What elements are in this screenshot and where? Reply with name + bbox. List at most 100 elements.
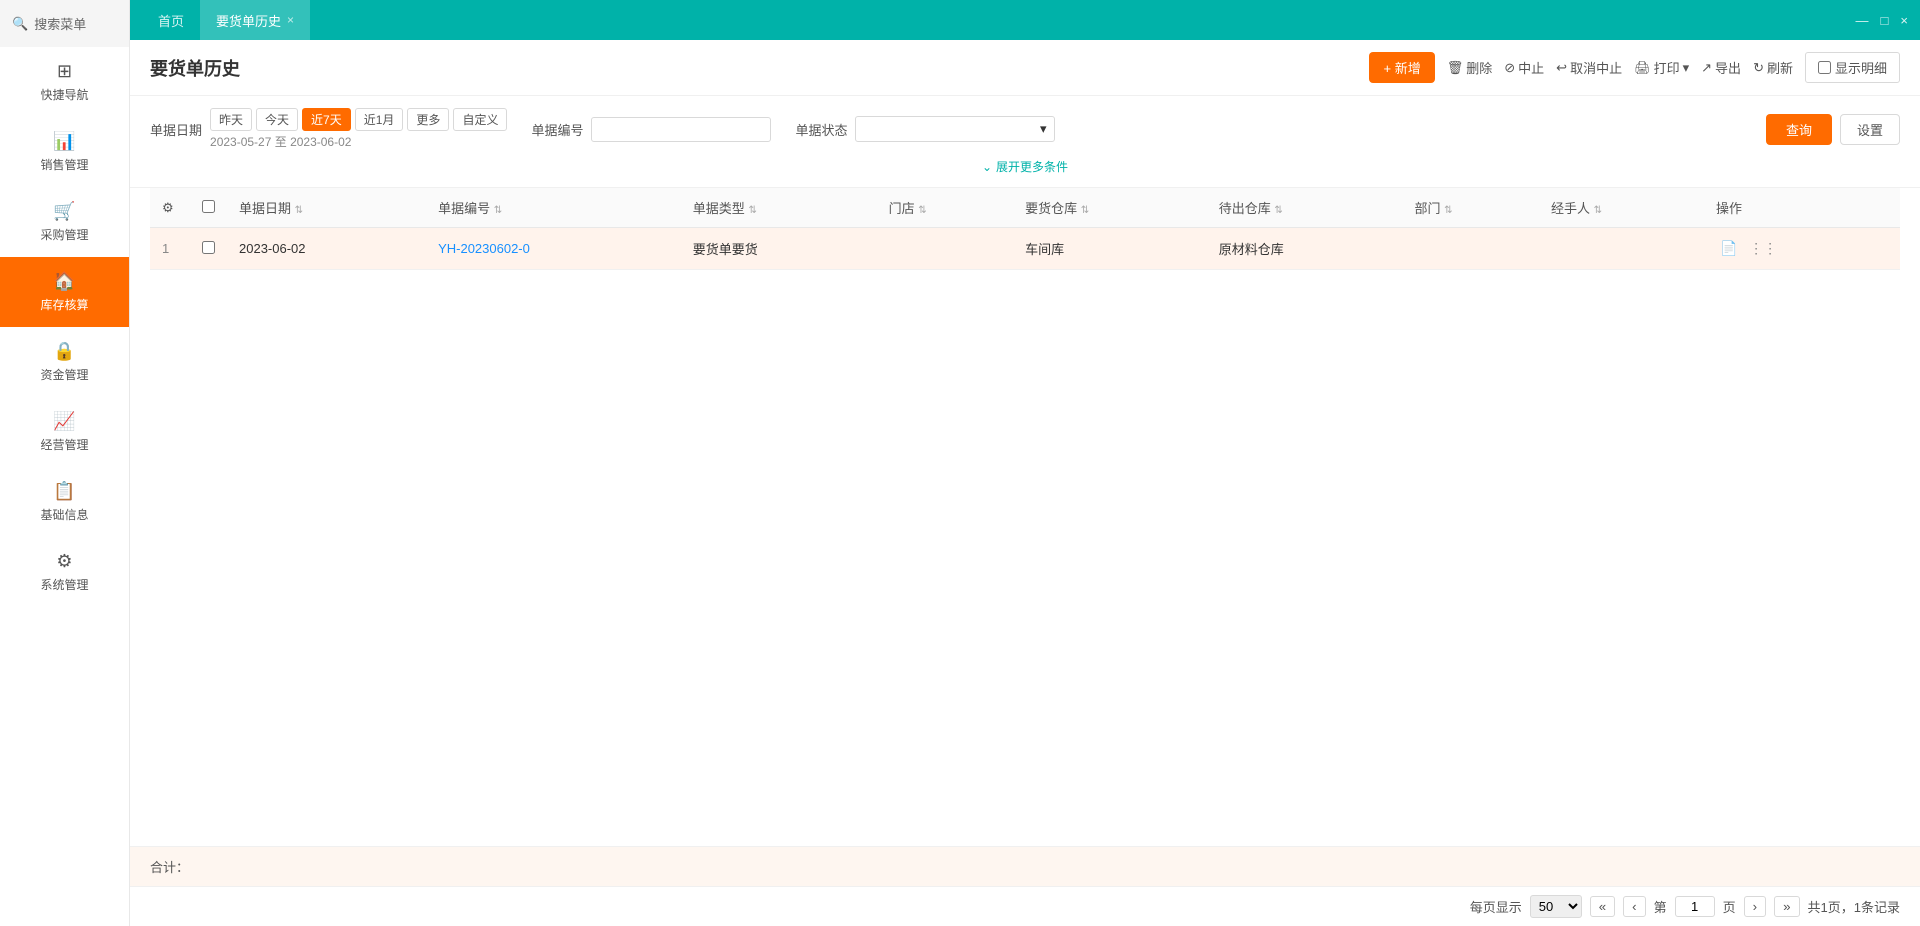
last7days-btn[interactable]: 近7天 — [302, 108, 351, 131]
page-label-after: 页 — [1723, 897, 1736, 916]
th-store[interactable]: 门店 ⇅ — [877, 188, 1013, 228]
td-req-warehouse: 车间库 — [1013, 228, 1207, 270]
sort-icon: ⇅ — [1274, 205, 1282, 216]
status-filter-item: 单据状态 ▾ — [795, 116, 1055, 142]
th-handler-label: 经手人 — [1551, 201, 1590, 216]
close-window-btn[interactable]: × — [1900, 13, 1908, 28]
custom-date-btn[interactable]: 自定义 — [453, 108, 507, 131]
page-header: 要货单历史 + 新增 🗑 删除 ⊘ 中止 ↩ 取消中止 🖨 打印 — [130, 40, 1920, 96]
display-detail-checkbox[interactable] — [1818, 61, 1831, 74]
td-row-num: 1 — [150, 228, 190, 270]
prev-page-btn[interactable]: ‹ — [1623, 896, 1645, 917]
active-tab-label: 要货单历史 — [216, 11, 281, 30]
td-actions: 📄 ⋮⋮ — [1704, 228, 1900, 270]
th-handler[interactable]: 经手人 ⇅ — [1539, 188, 1704, 228]
finance-icon: 🔒 — [53, 341, 75, 362]
th-order-no[interactable]: 单据编号 ⇅ — [426, 188, 681, 228]
sidebar-search[interactable]: 🔍 搜索菜单 — [0, 0, 129, 47]
summary-label: 合计： — [150, 860, 189, 875]
sidebar: 🔍 搜索菜单 ⊞ 快捷导航 📊 销售管理 🛒 采购管理 🏠 库存核算 🔒 资金管… — [0, 0, 130, 926]
th-settings[interactable]: ⚙ — [150, 188, 190, 228]
order-no-filter-item: 单据编号 — [531, 117, 771, 142]
system-icon: ⚙ — [56, 551, 72, 572]
sort-icon: ⇅ — [918, 205, 926, 216]
row-checkbox[interactable] — [202, 241, 215, 254]
sidebar-item-operations[interactable]: 📈 经营管理 — [0, 397, 129, 467]
sidebar-search-label: 搜索菜单 — [34, 14, 86, 33]
select-all-checkbox[interactable] — [202, 200, 215, 213]
more-date-btn[interactable]: 更多 — [407, 108, 449, 131]
print-button[interactable]: 🖨 打印 ▾ — [1634, 58, 1689, 77]
export-button[interactable]: ↗ 导出 — [1701, 58, 1741, 77]
quick-nav-icon: ⊞ — [57, 61, 72, 82]
td-checkbox — [190, 228, 227, 270]
next-page-btn[interactable]: › — [1744, 896, 1766, 917]
new-button[interactable]: + 新增 — [1369, 52, 1434, 83]
content-area: 要货单历史 + 新增 🗑 删除 ⊘ 中止 ↩ 取消中止 🖨 打印 — [130, 40, 1920, 926]
refresh-button[interactable]: ↻ 刷新 — [1753, 58, 1793, 77]
toolbar: + 新增 🗑 删除 ⊘ 中止 ↩ 取消中止 🖨 打印 ▾ — [1369, 52, 1900, 83]
sidebar-item-inventory[interactable]: 🏠 库存核算 — [0, 257, 129, 327]
th-type-label: 单据类型 — [693, 201, 745, 216]
th-department[interactable]: 部门 ⇅ — [1403, 188, 1539, 228]
export-icon: ↗ — [1701, 60, 1712, 76]
order-no-input[interactable] — [591, 117, 771, 142]
row-more-btn[interactable]: ⋮⋮ — [1745, 238, 1781, 259]
filter-settings-button[interactable]: 设置 — [1840, 114, 1900, 145]
page-size-select[interactable]: 50 100 200 — [1530, 895, 1582, 918]
th-req-warehouse[interactable]: 要货仓库 ⇅ — [1013, 188, 1207, 228]
filter-row-1: 单据日期 昨天 今天 近7天 近1月 更多 自定义 2023-05-27 至 2… — [150, 108, 1900, 150]
order-no-link[interactable]: YH-20230602-0 — [438, 241, 530, 256]
th-store-label: 门店 — [889, 201, 915, 216]
query-button[interactable]: 查询 — [1766, 114, 1832, 145]
total-info: 共1页，1条记录 — [1808, 897, 1900, 916]
sort-icon: ⇅ — [295, 205, 303, 216]
sidebar-item-label: 基础信息 — [40, 506, 88, 523]
delete-button[interactable]: 🗑 删除 — [1447, 58, 1493, 77]
th-actions: 操作 — [1704, 188, 1900, 228]
sidebar-item-quick-nav[interactable]: ⊞ 快捷导航 — [0, 47, 129, 117]
last-page-btn[interactable]: » — [1774, 896, 1799, 917]
sidebar-item-sales[interactable]: 📊 销售管理 — [0, 117, 129, 187]
sidebar-item-label: 系统管理 — [40, 576, 88, 593]
row-edit-btn[interactable]: 📄 — [1716, 238, 1741, 259]
topbar: 首页 要货单历史 × — □ × — [130, 0, 1920, 40]
cancel-stop-button[interactable]: ↩ 取消中止 — [1556, 58, 1622, 77]
today-btn[interactable]: 今天 — [256, 108, 298, 131]
yesterday-btn[interactable]: 昨天 — [210, 108, 252, 131]
sidebar-item-finance[interactable]: 🔒 资金管理 — [0, 327, 129, 397]
stop-button[interactable]: ⊘ 中止 — [1504, 58, 1544, 77]
sidebar-item-basic-info[interactable]: 📋 基础信息 — [0, 467, 129, 537]
home-tab-label: 首页 — [158, 11, 184, 30]
th-date[interactable]: 单据日期 ⇅ — [227, 188, 426, 228]
sidebar-item-label: 快捷导航 — [40, 86, 88, 103]
page-number-input[interactable] — [1675, 896, 1715, 917]
expand-more[interactable]: ⌄ 展开更多条件 — [150, 158, 1900, 175]
table-row[interactable]: 1 2023-06-02 YH-20230602-0 要货单要货 车间库 原材料… — [150, 228, 1900, 270]
chevron-down-icon: ⌄ — [982, 160, 992, 174]
sidebar-item-purchase[interactable]: 🛒 采购管理 — [0, 187, 129, 257]
td-department — [1403, 228, 1539, 270]
td-order-no[interactable]: YH-20230602-0 — [426, 228, 681, 270]
close-tab-icon[interactable]: × — [287, 13, 294, 27]
active-tab[interactable]: 要货单历史 × — [200, 0, 310, 40]
home-tab[interactable]: 首页 — [142, 0, 200, 40]
cancel-stop-icon: ↩ — [1556, 60, 1567, 76]
data-table: ⚙ 单据日期 ⇅ 单据编号 ⇅ 单据类型 — [150, 188, 1900, 270]
chevron-down-icon: ▾ — [1040, 121, 1047, 137]
refresh-icon: ↻ — [1753, 60, 1764, 76]
stop-icon: ⊘ — [1504, 60, 1515, 76]
status-select[interactable]: ▾ — [855, 116, 1055, 142]
sidebar-item-system[interactable]: ⚙ 系统管理 — [0, 537, 129, 607]
date-range-text: 2023-05-27 至 2023-06-02 — [210, 133, 507, 150]
th-type[interactable]: 单据类型 ⇅ — [681, 188, 877, 228]
last1month-btn[interactable]: 近1月 — [355, 108, 404, 131]
sales-icon: 📊 — [53, 131, 75, 152]
display-detail-button[interactable]: 显示明细 — [1805, 52, 1900, 83]
sidebar-item-label: 库存核算 — [40, 296, 88, 313]
th-pending-warehouse-label: 待出仓库 — [1219, 201, 1271, 216]
maximize-btn[interactable]: □ — [1881, 13, 1889, 28]
minimize-btn[interactable]: — — [1856, 13, 1869, 28]
th-pending-warehouse[interactable]: 待出仓库 ⇅ — [1207, 188, 1403, 228]
first-page-btn[interactable]: « — [1590, 896, 1615, 917]
